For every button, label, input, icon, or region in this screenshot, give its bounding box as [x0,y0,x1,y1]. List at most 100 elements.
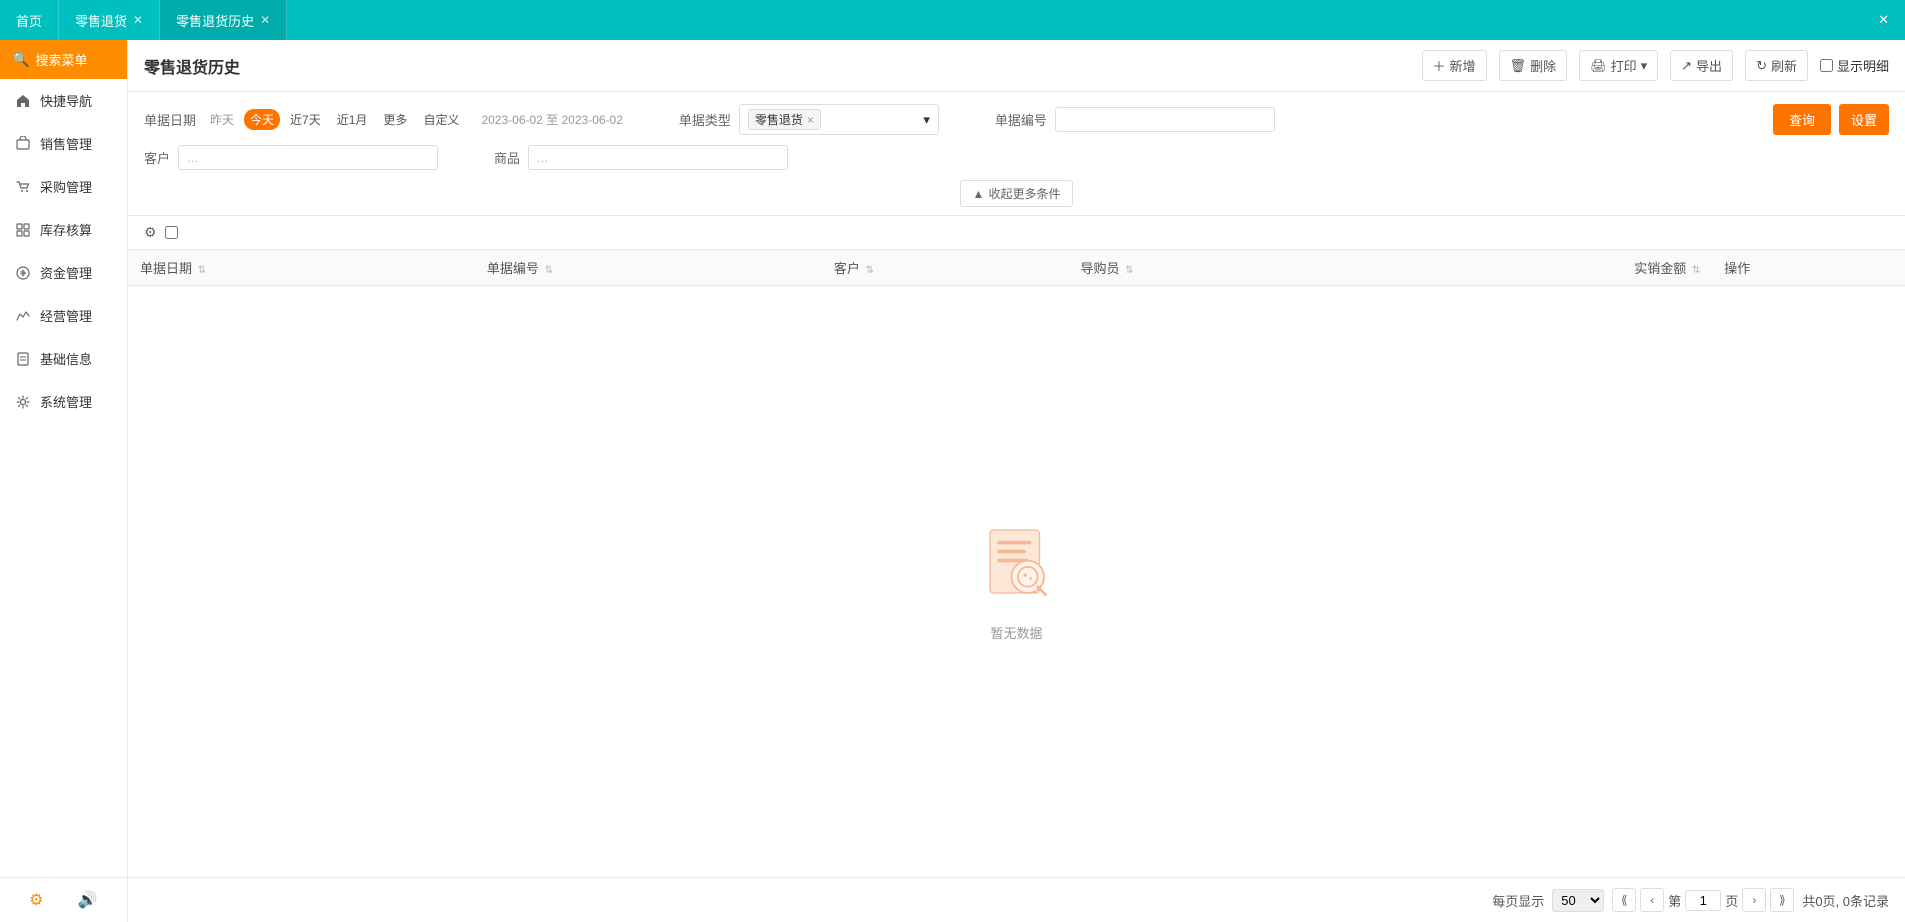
main-content: 零售退货历史 ＋ 新增 🗑 删除 🖨 打印 ▾ ↗ 导出 [128,40,1905,922]
col-guide-label: 导购员 [1081,261,1120,276]
doc-type-tag-value: 零售退货 [755,111,803,128]
date-opt-7days[interactable]: 近7天 [284,109,327,130]
col-doc-no-label: 单据编号 [487,261,539,276]
tab-return-label: 零售退货 [75,11,127,30]
col-customer-sort[interactable]: ⇅ [865,265,873,276]
show-detail-checkbox[interactable]: 显示明细 [1820,56,1889,75]
col-amount-sort[interactable]: ⇅ [1692,265,1700,276]
basic-info-icon [14,350,32,368]
tab-return-history-close[interactable]: ✕ [260,13,270,27]
export-label: 导出 [1696,56,1722,75]
settings-gear-icon[interactable]: ⚙ [29,890,43,910]
sidebar-item-system-label: 系统管理 [40,392,92,411]
collapse-up-icon: ▲ [973,187,985,201]
query-button[interactable]: 查询 [1773,104,1831,135]
export-button[interactable]: ↗ 导出 [1670,50,1733,81]
page-first-button[interactable]: ⟪ [1612,888,1636,912]
filter-doc-no: 单据编号 [995,107,1275,132]
per-page-label: 每页显示 [1492,891,1544,910]
filter-customer: 客户 ... [144,145,438,170]
finance-icon [14,264,32,282]
print-button[interactable]: 🖨 打印 ▾ [1579,50,1658,81]
goods-select[interactable]: ... [528,145,788,170]
customer-label: 客户 [144,148,170,167]
page-label: 第 [1668,891,1681,910]
doc-no-input[interactable] [1055,107,1275,132]
add-button[interactable]: ＋ 新增 [1422,50,1487,81]
window-close[interactable]: ✕ [1878,12,1905,28]
sidebar-item-sales[interactable]: 销售管理 [0,122,127,165]
collapse-button[interactable]: ▲ 收起更多条件 [960,180,1074,207]
table-settings-icon[interactable]: ⚙ [144,224,157,241]
col-guide: 导购员 ⇅ [1069,250,1366,286]
date-opt-more[interactable]: 更多 [377,109,413,130]
filter-row-2: 客户 ... 商品 ... [144,145,1889,170]
per-page-select[interactable]: 50 10 20 100 [1552,889,1604,912]
tab-return-history-label: 零售退货历史 [176,11,254,30]
doc-type-tag: 零售退货 × [748,109,821,130]
operations-icon [14,307,32,325]
inventory-icon [14,221,32,239]
sidebar-item-operations-label: 经营管理 [40,306,92,325]
col-doc-no-sort[interactable]: ⇅ [545,265,553,276]
home-icon [14,92,32,110]
sidebar-item-system[interactable]: 系统管理 [0,380,127,423]
filter-date: 单据日期 昨天 今天 近7天 近1月 更多 自定义 [144,109,465,130]
col-amount: 实销金额 ⇅ [1365,250,1712,286]
tab-return-history[interactable]: 零售退货历史 ✕ [160,0,287,40]
page-next-button[interactable]: › [1742,888,1766,912]
tab-return-close[interactable]: ✕ [133,13,143,27]
date-opt-yesterday[interactable]: 昨天 [204,109,240,130]
audio-icon[interactable]: 🔊 [78,890,98,910]
goods-label: 商品 [494,148,520,167]
page-prev-button[interactable]: ‹ [1640,888,1664,912]
doc-type-select[interactable]: 零售退货 × ▾ [739,104,939,135]
sidebar-item-purchase[interactable]: 采购管理 [0,165,127,208]
doc-no-label: 单据编号 [995,110,1047,129]
table-area: ⚙ 单据日期 ⇅ 单据编号 ⇅ 客户 [128,216,1905,922]
filter-goods: 商品 ... [494,145,788,170]
date-label: 单据日期 [144,110,196,129]
show-detail-label: 显示明细 [1837,56,1889,75]
date-opt-1month[interactable]: 近1月 [331,109,374,130]
tab-home-label: 首页 [16,11,42,30]
col-action: 操作 [1712,250,1905,286]
sidebar-item-basic-info[interactable]: 基础信息 [0,337,127,380]
refresh-button[interactable]: ↻ 刷新 [1745,50,1808,81]
filter-area: 单据日期 昨天 今天 近7天 近1月 更多 自定义 2023-06-02 至 2… [128,92,1905,216]
tab-home[interactable]: 首页 [0,0,59,40]
sidebar-item-purchase-label: 采购管理 [40,177,92,196]
date-opt-custom[interactable]: 自定义 [417,109,465,130]
filter-doc-type: 单据类型 零售退货 × ▾ [679,104,939,135]
date-options: 昨天 今天 近7天 近1月 更多 自定义 [204,109,465,130]
sidebar-item-quick-nav[interactable]: 快捷导航 [0,79,127,122]
col-doc-date: 单据日期 ⇅ [128,250,475,286]
page-input[interactable] [1685,890,1721,911]
tab-return[interactable]: 零售退货 ✕ [59,0,160,40]
system-icon [14,393,32,411]
search-icon: 🔍 [12,51,29,68]
delete-button[interactable]: 🗑 删除 [1499,50,1568,81]
date-opt-today[interactable]: 今天 [244,109,280,130]
page-last-button[interactable]: ⟫ [1770,888,1794,912]
table-select-all-checkbox[interactable] [165,226,178,239]
show-detail-input[interactable] [1820,59,1833,72]
col-guide-sort[interactable]: ⇅ [1125,265,1133,276]
doc-type-tag-close[interactable]: × [807,113,814,127]
customer-select[interactable]: ... [178,145,438,170]
col-action-label: 操作 [1724,261,1750,276]
col-customer-label: 客户 [834,261,860,276]
doc-type-label: 单据类型 [679,110,731,129]
sidebar-item-finance[interactable]: 资金管理 [0,251,127,294]
sales-icon [14,135,32,153]
sidebar-item-basic-info-label: 基础信息 [40,349,92,368]
sidebar-item-inventory[interactable]: 库存核算 [0,208,127,251]
table-empty-state: 暂无数据 [128,286,1905,877]
sidebar-item-operations[interactable]: 经营管理 [0,294,127,337]
settings-button[interactable]: 设置 [1839,104,1889,135]
sidebar-search[interactable]: 🔍 搜索菜单 [0,40,127,79]
layout: 🔍 搜索菜单 快捷导航 销售管理 采购管理 库存核算 [0,40,1905,922]
col-doc-date-sort[interactable]: ⇅ [198,265,206,276]
refresh-icon: ↻ [1756,58,1767,74]
refresh-label: 刷新 [1771,56,1797,75]
